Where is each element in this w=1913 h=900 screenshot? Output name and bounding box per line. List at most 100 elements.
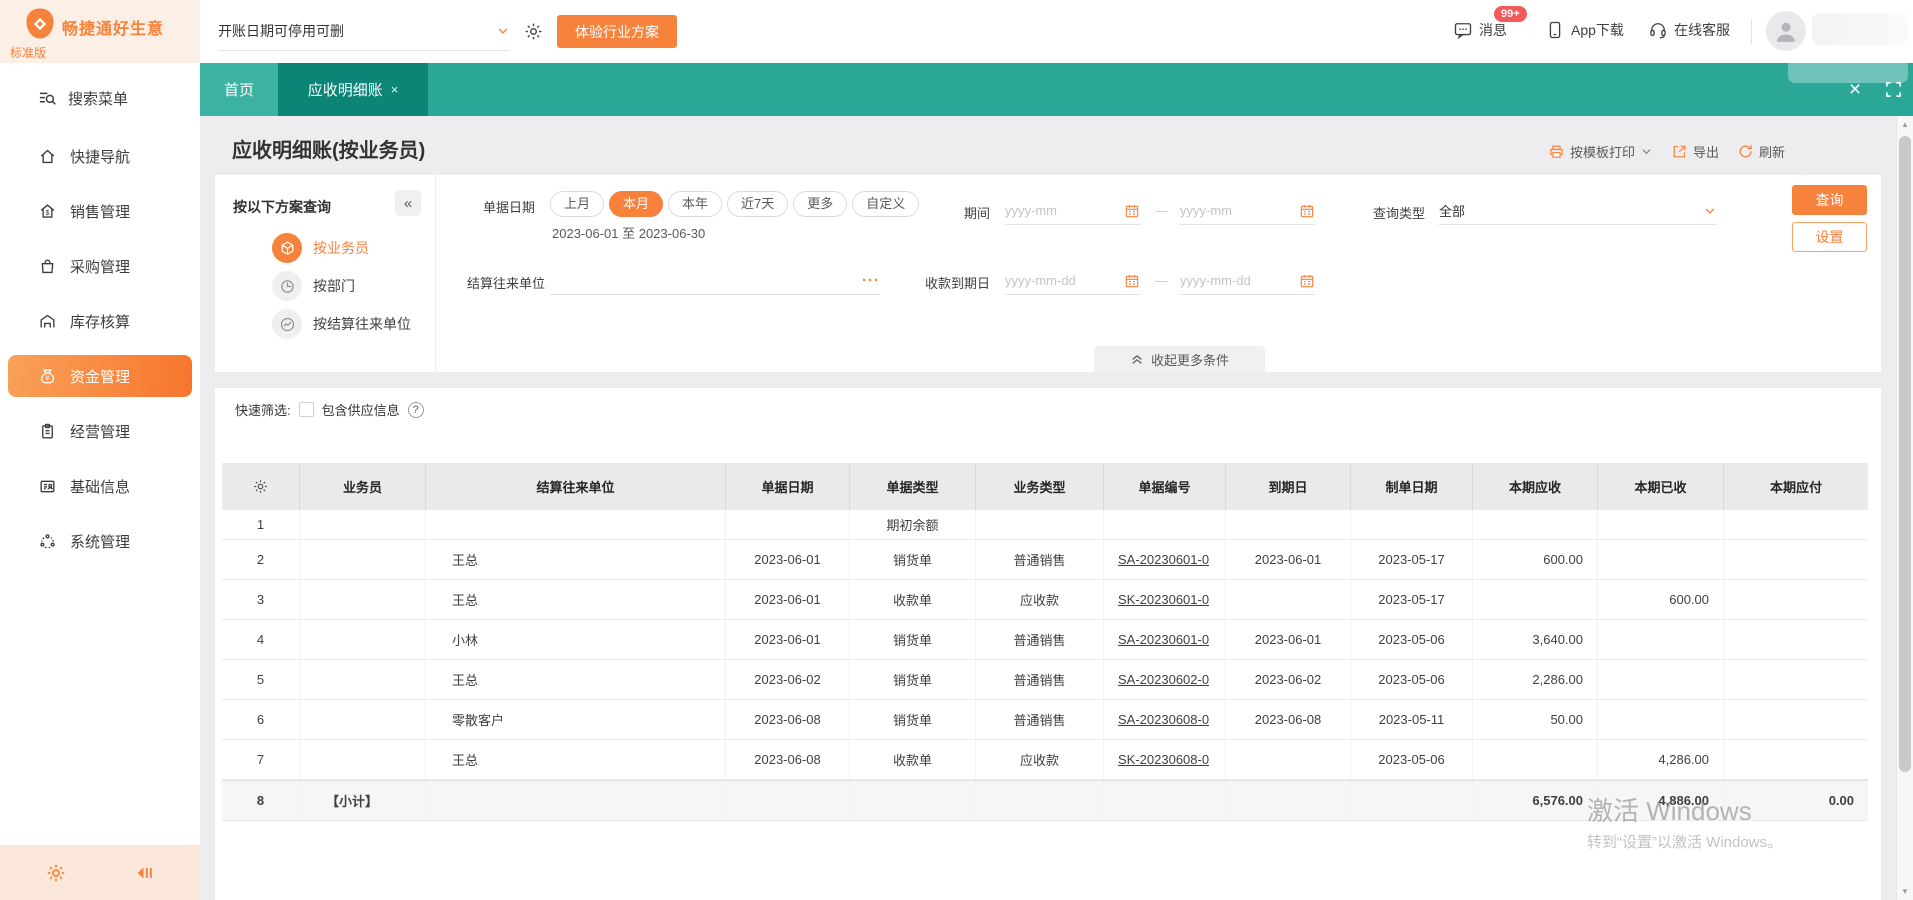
table-cell: 普通销售 [976,700,1104,739]
more-options-ellipsis[interactable]: ··· [862,272,880,289]
pill-last-month[interactable]: 上月 [550,191,605,217]
sidebar-search-menu[interactable]: 搜索菜单 [0,75,200,121]
calendar-icon[interactable] [1299,203,1315,219]
table-cell: 2023-05-17 [1351,580,1473,619]
print-by-template-button[interactable]: 按模板打印 [1548,142,1653,161]
table-cell [300,740,426,779]
table-cell [1598,620,1724,659]
scheme-label: 按结算往来单位 [313,316,411,332]
collapse-more-label: 收起更多条件 [1150,352,1229,368]
chevron-down-icon [1703,204,1717,218]
search-button[interactable]: 查询 [1792,185,1867,215]
table-row[interactable]: 2 王总 2023-06-01 销货单 普通销售 SA-20230601-0 2023-06… [222,540,1868,580]
table-cell: 应收款 [976,740,1104,779]
table-cell: 1 [222,510,300,539]
report-toolbar: 按模板打印 导出 刷新 [1548,142,1785,161]
sidebar-item-funds[interactable]: ¥ 资金管理 [8,355,192,397]
export-button[interactable]: 导出 [1671,142,1719,161]
due-to-input[interactable] [1180,273,1299,288]
table-cell: 2023-05-17 [1351,540,1473,579]
table-row[interactable]: 7 王总 2023-06-08 收款单 应收款 SK-20230608-0 2023-05-… [222,740,1868,780]
scrollbar-thumb[interactable] [1899,136,1911,772]
sidebar-item-quick-nav[interactable]: 快捷导航 [0,129,200,184]
windows-activation-watermark-subtext: 转到“设置”以激活 Windows。 [1587,834,1783,851]
table-cell [426,781,726,820]
table-cell: 50.00 [1473,700,1598,739]
calendar-icon[interactable] [1299,273,1315,289]
collapse-more-conditions-button[interactable]: 收起更多条件 [1094,346,1265,372]
period-from-input[interactable] [1005,203,1124,218]
sidebar-item-operations[interactable]: 经营管理 [0,404,200,459]
account-set-select[interactable]: 开账日期可停用可删 [218,21,510,51]
app-download-button[interactable]: App下载 [1545,20,1624,40]
table-cell: 零散客户 [426,700,726,739]
table-row[interactable]: 4 小林 2023-06-01 销货单 普通销售 SA-20230601-0 2023-06… [222,620,1868,660]
refresh-button[interactable]: 刷新 [1737,142,1785,161]
scheme-by-department[interactable]: 按部门 [272,271,355,301]
scheme-by-salesperson[interactable]: 按业务员 [272,233,369,263]
online-support-label: 在线客服 [1674,22,1730,38]
table-row[interactable]: 6 零散客户 2023-06-08 销货单 普通销售 SA-20230608-0 2023-… [222,700,1868,740]
settle-unit-input[interactable] [550,273,862,288]
query-type-label: 查询类型 [1372,206,1425,221]
doc-date-range-value: 2023-06-01 至 2023-06-30 [552,226,706,241]
tab-home[interactable]: 首页 [200,63,278,116]
pill-this-month[interactable]: 本月 [609,191,664,217]
period-to-input[interactable] [1180,203,1299,218]
query-type-select[interactable]: 全部 [1439,197,1717,225]
pill-more[interactable]: 更多 [793,191,848,217]
tab-close-icon[interactable]: × [391,82,399,97]
table-cell [976,781,1104,820]
user-avatar[interactable] [1766,11,1806,51]
table-row[interactable]: 1 期初余额 [222,510,1868,540]
table-cell: 2023-05-06 [1351,660,1473,699]
scheme-by-settle-unit[interactable]: 按结算往来单位 [272,309,411,339]
sidebar-item-inventory[interactable]: 库存核算 [0,294,200,349]
scroll-down-arrow-icon[interactable]: ▼ [1897,887,1913,896]
collapse-sidebar-icon[interactable] [133,862,155,884]
table-cell: 6 [222,700,300,739]
chevron-down-icon[interactable] [1640,145,1653,158]
settings-gear-icon[interactable] [45,862,67,884]
pill-this-year[interactable]: 本年 [668,191,723,217]
table-cell [1598,700,1724,739]
calendar-icon[interactable] [1124,203,1140,219]
due-from-input[interactable] [1005,273,1124,288]
collapse-scheme-panel-button[interactable]: « [395,190,421,216]
table-cell [1724,660,1868,699]
document-number-link[interactable]: SA-20230608-0 [1118,712,1209,727]
table-cell [1226,580,1351,619]
fullscreen-icon[interactable] [1885,81,1902,98]
tab-receivable-detail[interactable]: 应收明细账 × [278,63,428,116]
column-settings-gear-icon[interactable] [222,463,300,510]
calendar-icon[interactable] [1124,273,1140,289]
document-number-link[interactable]: SK-20230608-0 [1118,752,1209,767]
vertical-scrollbar[interactable]: ▲ ▼ [1896,116,1913,900]
scroll-up-arrow-icon[interactable]: ▲ [1897,120,1913,129]
table-row[interactable]: 3 王总 2023-06-01 收款单 应收款 SK-20230601-0 2023-05-… [222,580,1868,620]
account-settings-gear-icon[interactable] [523,21,544,42]
pill-last-7-days[interactable]: 近7天 [727,191,789,217]
table-cell [1473,510,1598,539]
logo-area: 畅捷通好生意 标准版 [0,0,200,63]
sales-house-icon: $ [38,202,57,221]
sidebar-item-system[interactable]: 系统管理 [0,514,200,569]
close-all-tabs-icon[interactable]: × [1842,63,1868,116]
sidebar-item-base-info[interactable]: 基础信息 [0,459,200,514]
document-number-link[interactable]: SA-20230602-0 [1118,672,1209,687]
table-cell: 6,576.00 [1473,781,1598,820]
document-number-link[interactable]: SA-20230601-0 [1118,632,1209,647]
sidebar-item-sales[interactable]: $ 销售管理 [0,184,200,239]
include-supplier-checkbox[interactable] [298,402,314,417]
help-icon[interactable]: ? [407,401,424,418]
table-cell [1724,620,1868,659]
table-row[interactable]: 5 王总 2023-06-02 销货单 普通销售 SA-20230602-0 2023-06… [222,660,1868,700]
table-cell: 普通销售 [976,620,1104,659]
sidebar-item-purchase[interactable]: 采购管理 [0,239,200,294]
document-number-link[interactable]: SA-20230601-0 [1118,552,1209,567]
trial-industry-solution-button[interactable]: 体验行业方案 [557,15,677,48]
document-number-link[interactable]: SK-20230601-0 [1118,592,1209,607]
settings-button[interactable]: 设置 [1792,222,1867,252]
chat-bubble-icon [1453,20,1473,40]
online-support-button[interactable]: 在线客服 [1648,20,1730,40]
